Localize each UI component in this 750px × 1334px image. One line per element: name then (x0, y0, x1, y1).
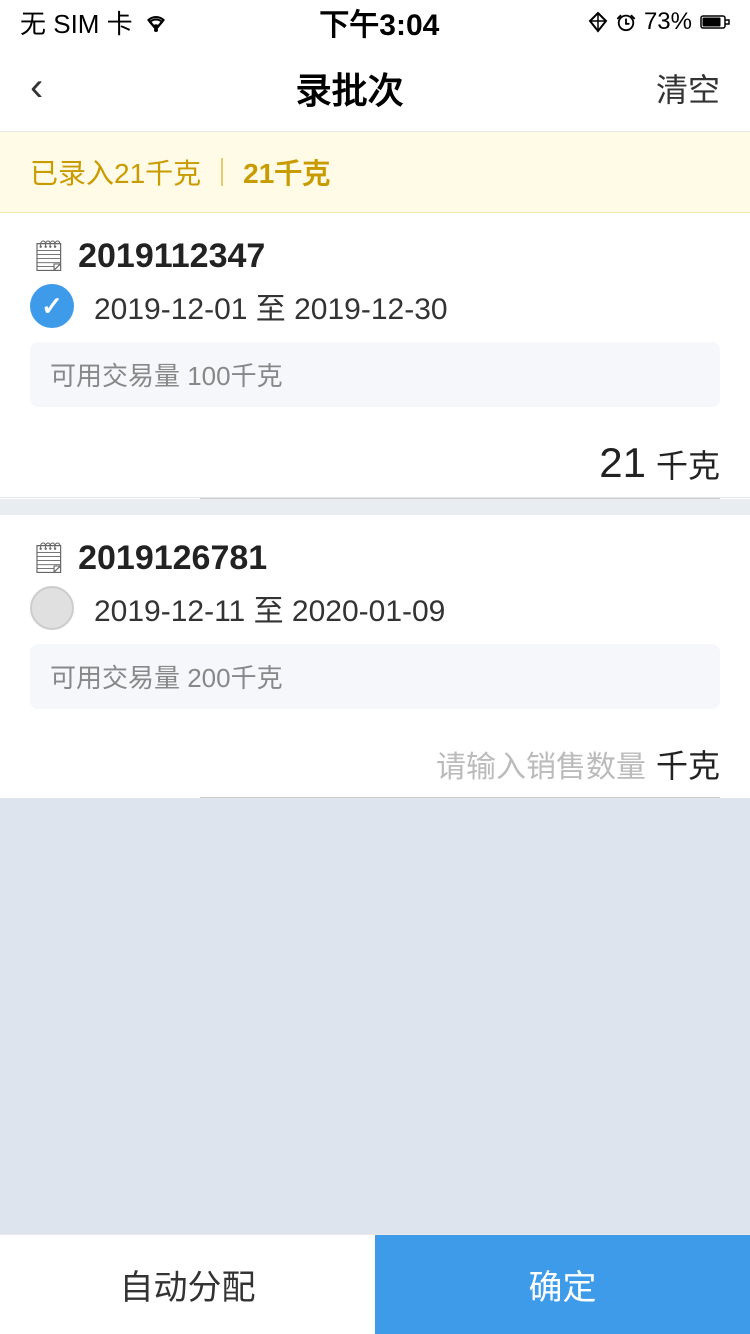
input-row-2[interactable]: 请输入销售数量 千克 (0, 725, 750, 797)
status-time: 下午3:04 (319, 0, 439, 44)
back-button[interactable]: ‹ (30, 65, 43, 110)
batch-available-1: 可用交易量 100千克 (30, 342, 720, 407)
batch-date-1: 2019-12-01 至 2019-12-30 (94, 284, 448, 328)
alarm-icon (616, 11, 636, 33)
batch-header-2: 🗒 2019126781 (30, 539, 720, 578)
battery-icon (700, 14, 730, 30)
info-banner: 已录入21千克 21千克 (0, 132, 750, 213)
auto-distribute-button[interactable]: 自动分配 (0, 1235, 375, 1334)
input-placeholder-2: 请输入销售数量 (436, 742, 646, 786)
batch-item-2: 🗒 2019126781 2019-12-11 至 2020-01-09 可用交… (0, 515, 750, 709)
batch-header-1: 🗒 2019112347 (30, 237, 720, 276)
batch-date-2: 2019-12-11 至 2020-01-09 (94, 586, 445, 630)
status-right: 73% (588, 8, 730, 36)
input-unit-2: 千克 (656, 741, 720, 787)
batch-id-2: 2019126781 (78, 539, 267, 578)
battery-percent: 73% (644, 8, 692, 36)
sim-label: 无 SIM 卡 (20, 4, 133, 41)
banner-divider (221, 158, 223, 186)
clear-button[interactable]: 清空 (656, 65, 720, 111)
status-left: 无 SIM 卡 (20, 4, 171, 41)
batch-doc-icon-1: 🗒 (30, 239, 68, 274)
section-divider (0, 499, 750, 515)
recorded-amount-label: 已录入21千克 (30, 152, 201, 192)
amount-row-1: 21 千克 (0, 423, 750, 498)
confirm-button[interactable]: 确定 (375, 1235, 750, 1334)
amount-number-1: 21 (599, 439, 646, 487)
location-icon (588, 11, 608, 33)
batch-available-2: 可用交易量 200千克 (30, 644, 720, 709)
status-bar: 无 SIM 卡 下午3:04 73% (0, 0, 750, 44)
recorded-amount-value: 21千克 (243, 152, 330, 192)
check-circle-1[interactable] (30, 284, 74, 328)
batch-check-row-2[interactable]: 2019-12-11 至 2020-01-09 (30, 586, 720, 630)
bottom-buttons: 自动分配 确定 (0, 1234, 750, 1334)
batch-item-1: 🗒 2019112347 2019-12-01 至 2019-12-30 可用交… (0, 213, 750, 407)
nav-bar: ‹ 录批次 清空 (0, 44, 750, 132)
wifi-icon (141, 11, 171, 33)
amount-unit-1: 千克 (656, 441, 720, 487)
batch-doc-icon-2: 🗒 (30, 541, 68, 576)
page-title: 录批次 (296, 62, 404, 114)
check-circle-2[interactable] (30, 586, 74, 630)
gray-area (0, 798, 750, 1258)
batch-id-1: 2019112347 (78, 237, 265, 276)
batch-check-row-1[interactable]: 2019-12-01 至 2019-12-30 (30, 284, 720, 328)
